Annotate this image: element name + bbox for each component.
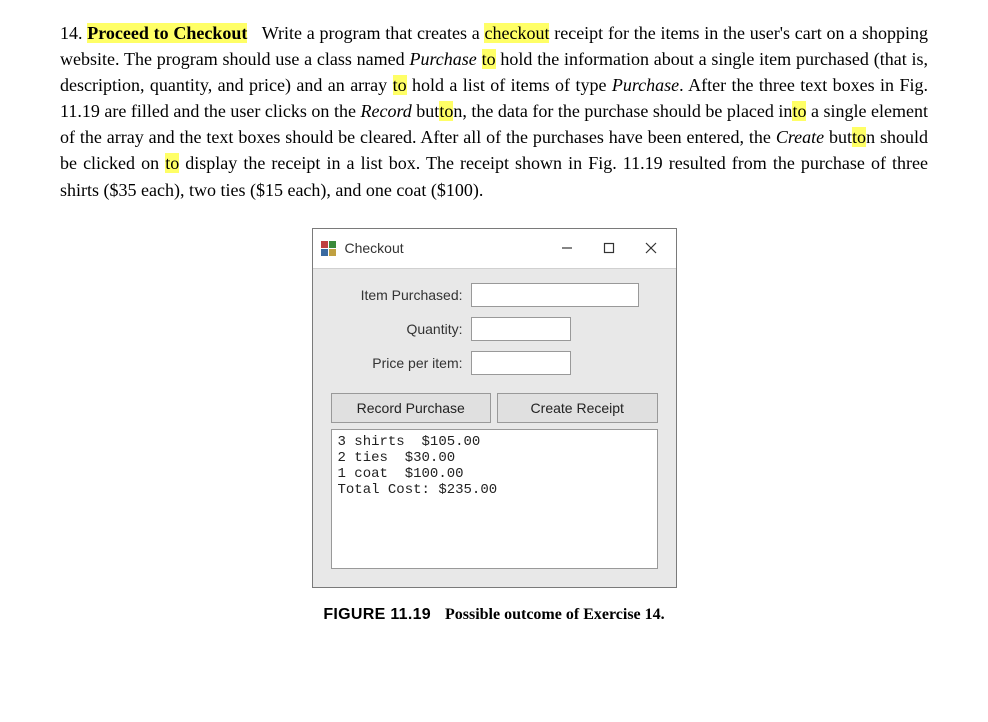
receipt-listbox[interactable]: 3 shirts $105.00 2 ties $30.00 1 coat $1…	[331, 429, 658, 569]
hl-text: to	[165, 153, 179, 173]
item-input[interactable]	[471, 283, 639, 307]
create-receipt-button[interactable]: Create Receipt	[497, 393, 658, 423]
problem-number: 14.	[60, 23, 83, 43]
record-purchase-button[interactable]: Record Purchase	[331, 393, 492, 423]
body-text: n, the data for the purchase should be p…	[453, 101, 792, 121]
quantity-input[interactable]	[471, 317, 571, 341]
italic-text: Purchase	[409, 49, 476, 69]
figure-caption: FIGURE 11.19 Possible outcome of Exercis…	[60, 606, 928, 624]
hl-text: to	[439, 101, 453, 121]
window-title: Checkout	[345, 240, 546, 256]
price-label: Price per item:	[331, 355, 471, 371]
quantity-label: Quantity:	[331, 321, 471, 337]
window-controls	[546, 233, 672, 263]
body-text	[477, 49, 482, 69]
hl-text: to	[393, 75, 407, 95]
figure-label: FIGURE 11.19	[323, 606, 431, 623]
problem-title: Proceed to Checkout	[87, 23, 247, 43]
button-row: Record Purchase Create Receipt	[331, 393, 658, 423]
italic-text: Create	[776, 127, 824, 147]
close-icon	[645, 242, 657, 254]
titlebar: Checkout	[313, 229, 676, 269]
minimize-icon	[561, 242, 573, 254]
body-text: hold a list of items of type	[407, 75, 612, 95]
body-text: but	[412, 101, 440, 121]
minimize-button[interactable]	[546, 233, 588, 263]
problem-text: 14. Proceed to Checkout Write a program …	[60, 20, 928, 203]
window-body: Item Purchased: Quantity: Price per item…	[313, 269, 676, 587]
item-label: Item Purchased:	[331, 287, 471, 303]
quantity-row: Quantity:	[331, 317, 658, 341]
hl-text: to	[482, 49, 496, 69]
price-row: Price per item:	[331, 351, 658, 375]
body-text: display the receipt in a list box. The r…	[60, 153, 928, 199]
item-row: Item Purchased:	[331, 283, 658, 307]
hl-text: checkout	[484, 23, 549, 43]
italic-text: Record	[360, 101, 411, 121]
maximize-button[interactable]	[588, 233, 630, 263]
hl-text: to	[792, 101, 806, 121]
italic-text: Purchase	[612, 75, 679, 95]
price-input[interactable]	[471, 351, 571, 375]
hl-text: to	[852, 127, 866, 147]
checkout-window: Checkout Item Purchased: Quantity:	[312, 228, 677, 588]
body-text: Write a program that creates a	[262, 23, 485, 43]
body-text: but	[824, 127, 852, 147]
maximize-icon	[603, 242, 615, 254]
app-icon	[321, 240, 337, 256]
close-button[interactable]	[630, 233, 672, 263]
figure-container: Checkout Item Purchased: Quantity:	[60, 228, 928, 588]
figure-description: Possible outcome of Exercise 14.	[445, 606, 665, 623]
